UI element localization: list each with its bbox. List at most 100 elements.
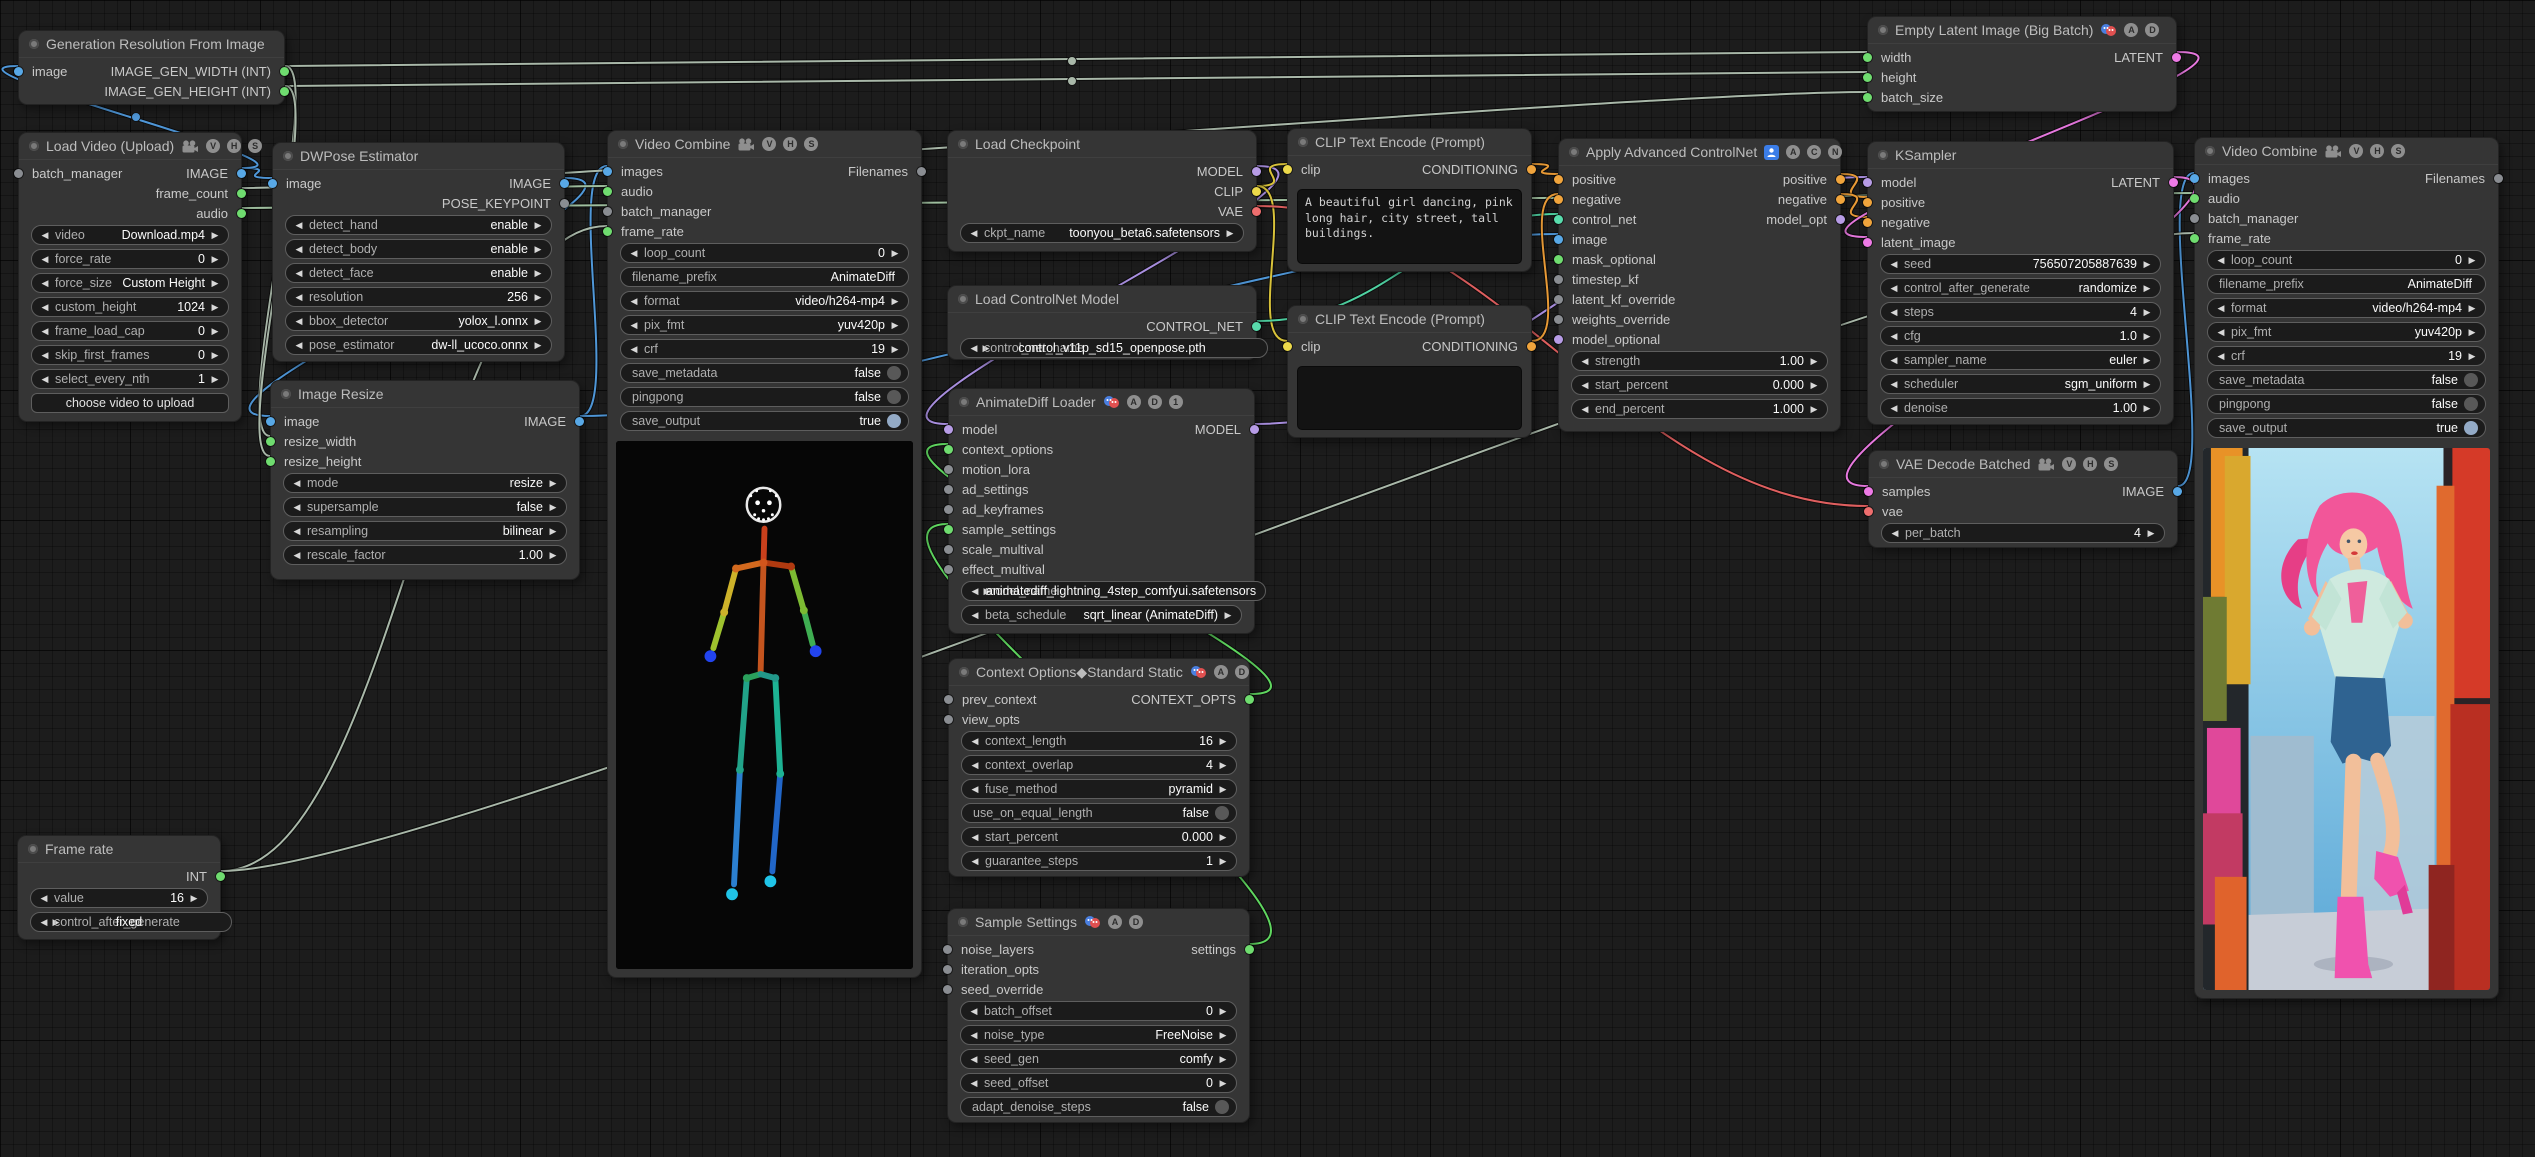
widget-noise_type[interactable]: ◀ noise_type FreeNoise ▶ [960, 1025, 1237, 1045]
widget-save_metadata[interactable]: save_metadata false [620, 363, 909, 383]
output-slot-MODEL[interactable]: MODEL [1197, 161, 1261, 181]
input-dot[interactable] [1554, 274, 1563, 284]
input-slot-width[interactable]: width [1863, 47, 1911, 67]
output-slot-CONTROL_NET[interactable]: CONTROL_NET [1146, 316, 1261, 336]
input-slot-frame_rate[interactable]: frame_rate [603, 221, 684, 241]
input-dot[interactable] [14, 168, 23, 178]
widget-end_percent[interactable]: ◀ end_percent 1.000 ▶ [1571, 399, 1828, 419]
collapse-dot[interactable] [1298, 314, 1308, 324]
node-titlebar-dwpose-estimator[interactable]: DWPose Estimator [273, 143, 564, 170]
output-slot-IMAGE[interactable]: IMAGE [186, 163, 246, 183]
input-slot-batch_size[interactable]: batch_size [1863, 87, 1943, 107]
decrement-arrow[interactable]: ◀ [39, 230, 51, 241]
output-dot[interactable] [280, 66, 289, 76]
input-slot-vae[interactable]: vae [1864, 501, 1903, 521]
collapse-dot[interactable] [618, 139, 628, 149]
output-dot[interactable] [560, 198, 569, 208]
increment-arrow[interactable]: ▶ [547, 526, 559, 537]
widget-pingpong[interactable]: pingpong false [620, 387, 909, 407]
decrement-arrow[interactable]: ◀ [969, 760, 981, 771]
decrement-arrow[interactable]: ◀ [628, 248, 640, 259]
increment-arrow[interactable]: ▶ [1217, 760, 1229, 771]
increment-arrow[interactable]: ▶ [532, 316, 544, 327]
increment-arrow[interactable]: ▶ [209, 230, 221, 241]
widget-crf[interactable]: ◀ crf 19 ▶ [2207, 346, 2486, 366]
increment-arrow[interactable]: ▶ [2141, 307, 2153, 318]
input-slot-scale_multival[interactable]: scale_multival [944, 539, 1044, 559]
widget-frame_load_cap[interactable]: ◀ frame_load_cap 0 ▶ [31, 321, 229, 341]
output-dot[interactable] [1245, 694, 1254, 704]
widget-sampler_name[interactable]: ◀ sampler_name euler ▶ [1880, 350, 2161, 370]
increment-arrow[interactable]: ▶ [2466, 255, 2478, 266]
widget-video[interactable]: ◀ video Download.mp4 ▶ [31, 225, 229, 245]
input-dot[interactable] [944, 444, 953, 454]
output-dot[interactable] [237, 208, 246, 218]
collapse-dot[interactable] [1878, 25, 1888, 35]
increment-arrow[interactable]: ▶ [209, 254, 221, 265]
increment-arrow[interactable]: ▶ [1808, 356, 1820, 367]
increment-arrow[interactable]: ▶ [1808, 380, 1820, 391]
widget-detect_face[interactable]: ◀ detect_face enable ▶ [285, 263, 552, 283]
input-dot[interactable] [1863, 177, 1872, 187]
output-slot-CONTEXT_OPTS[interactable]: CONTEXT_OPTS [1131, 689, 1254, 709]
input-dot[interactable] [1554, 254, 1563, 264]
widget-control_net_name[interactable]: ◀ control_net_name control_v11p_sd15_openp… [960, 338, 1268, 358]
input-slot-motion_lora[interactable]: motion_lora [944, 459, 1030, 479]
output-slot-IMAGE[interactable]: IMAGE [2122, 481, 2182, 501]
output-slot-MODEL[interactable]: MODEL [1195, 419, 1259, 439]
decrement-arrow[interactable]: ◀ [968, 343, 980, 354]
output-slot-CLIP[interactable]: CLIP [1214, 181, 1261, 201]
output-dot[interactable] [1836, 174, 1845, 184]
widget-use_on_equal_length[interactable]: use_on_equal_length false [961, 803, 1237, 823]
input-dot[interactable] [944, 694, 953, 704]
widget-save_output[interactable]: save_output true [620, 411, 909, 431]
node-titlebar-context-options-standard-static[interactable]: Context Options◆Standard Static A D [949, 659, 1249, 686]
collapse-dot[interactable] [958, 917, 968, 927]
node-sample-settings[interactable]: Sample Settings A Dnoise_layers iteration_o… [943, 908, 1254, 1123]
increment-arrow[interactable]: ▶ [1217, 1006, 1229, 1017]
decrement-arrow[interactable]: ◀ [1888, 259, 1900, 270]
input-slot-images[interactable]: images [603, 161, 663, 181]
output-dot[interactable] [575, 416, 584, 426]
input-dot[interactable] [603, 226, 612, 236]
input-slot-prev_context[interactable]: prev_context [944, 689, 1036, 709]
input-dot[interactable] [2190, 173, 2199, 183]
input-dot[interactable] [943, 944, 952, 954]
output-slot-CONDITIONING[interactable]: CONDITIONING [1422, 336, 1536, 356]
decrement-arrow[interactable]: ◀ [2215, 351, 2227, 362]
input-dot[interactable] [1554, 314, 1563, 324]
widget-pix_fmt[interactable]: ◀ pix_fmt yuv420p ▶ [620, 315, 909, 335]
input-slot-resize_height[interactable]: resize_height [266, 451, 361, 471]
node-load-controlnet-model[interactable]: Load ControlNet Model CONTROL_NET ◀ control… [947, 285, 1268, 360]
node-load-checkpoint[interactable]: Load Checkpoint MODEL CLIP VAE ◀ ckpt_name too… [947, 130, 1261, 252]
widget-steps[interactable]: ◀ steps 4 ▶ [1880, 302, 2161, 322]
output-slot-IMAGE[interactable]: IMAGE [524, 411, 584, 431]
widget-guarantee_steps[interactable]: ◀ guarantee_steps 1 ▶ [961, 851, 1237, 871]
output-dot[interactable] [216, 871, 225, 881]
output-slot-IMAGE[interactable]: IMAGE [509, 173, 569, 193]
increment-arrow[interactable]: ▶ [2466, 351, 2478, 362]
input-dot[interactable] [2190, 233, 2199, 243]
increment-arrow[interactable]: ▶ [1217, 832, 1229, 843]
node-titlebar-video-combine-pose[interactable]: Video Combine V H S [608, 131, 921, 158]
input-slot-ad_settings[interactable]: ad_settings [944, 479, 1029, 499]
output-dot[interactable] [1836, 214, 1845, 224]
widget-save_metadata[interactable]: save_metadata false [2207, 370, 2486, 390]
input-slot-batch_manager[interactable]: batch_manager [14, 163, 122, 183]
collapse-dot[interactable] [1569, 147, 1579, 157]
increment-arrow[interactable]: ▶ [1217, 784, 1229, 795]
input-slot-positive[interactable]: positive [1863, 192, 1925, 212]
input-dot[interactable] [2190, 193, 2199, 203]
output-dot[interactable] [1836, 194, 1845, 204]
node-titlebar-clip-text-encode-positive[interactable]: CLIP Text Encode (Prompt) [1288, 129, 1531, 156]
widget-value[interactable]: ◀ value 16 ▶ [30, 888, 208, 908]
output-dot[interactable] [1252, 206, 1261, 216]
widget-resampling[interactable]: ◀ resampling bilinear ▶ [283, 521, 567, 541]
output-dot[interactable] [237, 188, 246, 198]
decrement-arrow[interactable]: ◀ [968, 1006, 980, 1017]
decrement-arrow[interactable]: ◀ [293, 268, 305, 279]
output-slot-VAE[interactable]: VAE [1218, 201, 1261, 221]
widget-detect_hand[interactable]: ◀ detect_hand enable ▶ [285, 215, 552, 235]
node-frame-rate[interactable]: Frame rate INT ◀ value 16 ▶ ◀ control_after_gen… [17, 835, 232, 940]
widget-pix_fmt[interactable]: ◀ pix_fmt yuv420p ▶ [2207, 322, 2486, 342]
